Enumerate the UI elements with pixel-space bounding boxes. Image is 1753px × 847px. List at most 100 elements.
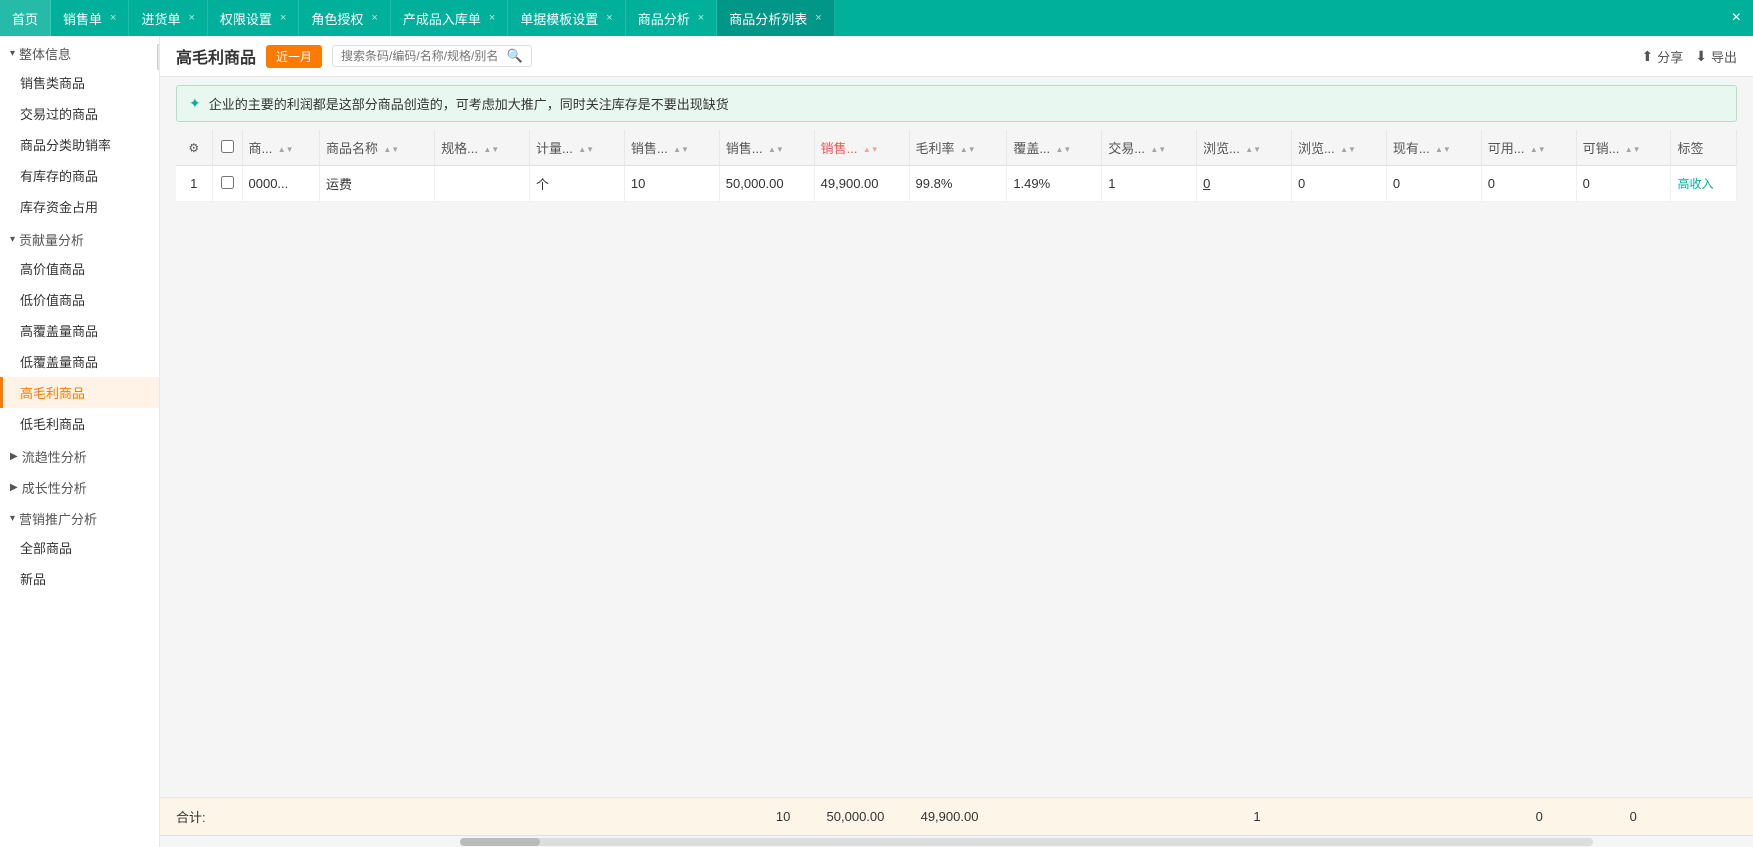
sidebar-item-traded-goods[interactable]: 交易过的商品: [0, 98, 159, 129]
col-transaction: 交易... ▲▼: [1102, 130, 1197, 166]
footer-transaction: 1: [1173, 809, 1267, 824]
close-permissions-tab[interactable]: ×: [280, 12, 286, 24]
sidebar-group-contribution[interactable]: ▾ 贡献量分析: [0, 222, 159, 253]
row-transaction: 1: [1102, 166, 1197, 202]
sidebar-item-sales-goods[interactable]: 销售类商品: [0, 67, 159, 98]
search-icon[interactable]: 🔍: [507, 48, 523, 64]
sort-spec[interactable]: ▲▼: [483, 145, 499, 154]
col-settings[interactable]: ⚙: [176, 130, 212, 166]
close-product-inbound-tab[interactable]: ×: [489, 12, 495, 24]
sort-code[interactable]: ▲▼: [278, 145, 294, 154]
sort-name[interactable]: ▲▼: [383, 145, 399, 154]
scrollbar-track: [460, 838, 1593, 846]
tab-product-analysis-list-label: 商品分析列表: [729, 9, 807, 28]
export-button[interactable]: ⬇ 导出: [1695, 47, 1737, 66]
row-index: 1: [176, 166, 212, 202]
tab-product-analysis[interactable]: 商品分析 ×: [626, 0, 717, 36]
tab-purchase[interactable]: 进货单 ×: [129, 0, 207, 36]
col-unit: 计量... ▲▼: [530, 130, 625, 166]
row-select-checkbox[interactable]: [221, 176, 234, 189]
tab-roles-label: 角色授权: [311, 9, 363, 28]
chevron-down-icon-3: ▾: [10, 513, 15, 524]
row-checkbox[interactable]: [212, 166, 242, 202]
top-nav-bar: 首页 销售单 × 进货单 × 权限设置 × 角色授权 × 产成品入库单 × 单据…: [0, 0, 1753, 36]
sidebar-item-new-goods[interactable]: 新品: [0, 563, 159, 594]
tab-sales[interactable]: 销售单 ×: [51, 0, 129, 36]
page-title: 高毛利商品: [176, 44, 256, 68]
sort-unit[interactable]: ▲▼: [578, 145, 594, 154]
tab-template[interactable]: 单据模板设置 ×: [508, 0, 625, 36]
tab-roles[interactable]: 角色授权 ×: [299, 0, 390, 36]
info-banner: ✦ 企业的主要的利润都是这部分商品创造的，可考虑加大推广，同时关注库存是不要出现…: [176, 85, 1737, 122]
row-browse2: 0: [1291, 166, 1386, 202]
sidebar-item-in-stock[interactable]: 有库存的商品: [0, 160, 159, 191]
sidebar-group-marketing[interactable]: ▾ 营销推广分析: [0, 501, 159, 532]
sort-transaction[interactable]: ▲▼: [1150, 145, 1166, 154]
table-wrapper: ⚙ 商... ▲▼ 商品名称 ▲▼ 规格... ▲▼: [160, 130, 1753, 797]
close-template-tab[interactable]: ×: [606, 12, 612, 24]
col-name: 商品名称 ▲▼: [320, 130, 435, 166]
sidebar-group-overall[interactable]: ▾ 整体信息: [0, 36, 159, 67]
row-gross-margin: 99.8%: [909, 166, 1007, 202]
col-browse1: 浏览... ▲▼: [1197, 130, 1292, 166]
close-product-analysis-tab[interactable]: ×: [698, 12, 704, 24]
row-unit: 个: [530, 166, 625, 202]
row-sales-qty: 10: [624, 166, 719, 202]
tab-product-analysis-list[interactable]: 商品分析列表 ×: [717, 0, 834, 36]
sidebar-item-category-assist[interactable]: 商品分类助销率: [0, 129, 159, 160]
tab-permissions[interactable]: 权限设置 ×: [208, 0, 299, 36]
row-sales-amount: 50,000.00: [719, 166, 814, 202]
info-banner-text: 企业的主要的利润都是这部分商品创造的，可考虑加大推广，同时关注库存是不要出现缺货: [209, 94, 729, 113]
close-sales-tab[interactable]: ×: [110, 12, 116, 24]
select-all-checkbox[interactable]: [221, 140, 234, 153]
sidebar-item-high-coverage[interactable]: 高覆盖量商品: [0, 315, 159, 346]
table-row: 1 0000... 运费 个 10 50,000.00 49,900.00 99…: [176, 166, 1737, 202]
sort-sales-profit[interactable]: ▲▼: [863, 145, 879, 154]
sidebar-group-growth-label: 成长性分析: [22, 478, 87, 497]
row-current-stock: 0: [1386, 166, 1481, 202]
col-checkbox[interactable]: [212, 130, 242, 166]
info-icon: ✦: [189, 95, 201, 112]
sort-coverage[interactable]: ▲▼: [1056, 145, 1072, 154]
tab-permissions-label: 权限设置: [220, 9, 272, 28]
close-all-tabs[interactable]: ×: [1720, 9, 1753, 27]
sidebar-item-stock-capital[interactable]: 库存资金占用: [0, 191, 159, 222]
sidebar-item-low-margin[interactable]: 低毛利商品: [0, 408, 159, 439]
scrollbar-thumb[interactable]: [460, 838, 540, 846]
tab-home[interactable]: 首页: [0, 0, 51, 36]
row-available-stock: 0: [1481, 166, 1576, 202]
sidebar-item-high-margin[interactable]: 高毛利商品: [0, 377, 159, 408]
time-filter-button[interactable]: 近一月: [266, 45, 322, 68]
col-available-stock: 可用... ▲▼: [1481, 130, 1576, 166]
close-roles-tab[interactable]: ×: [371, 12, 377, 24]
sort-sales-qty[interactable]: ▲▼: [673, 145, 689, 154]
export-icon: ⬇: [1695, 48, 1707, 65]
tab-home-label: 首页: [12, 9, 38, 28]
search-input[interactable]: [341, 49, 501, 63]
close-product-analysis-list-tab[interactable]: ×: [815, 12, 821, 24]
sidebar-item-all-goods[interactable]: 全部商品: [0, 532, 159, 563]
horizontal-scrollbar[interactable]: [160, 835, 1753, 847]
col-code: 商... ▲▼: [242, 130, 320, 166]
row-tag: 高收入: [1671, 166, 1737, 202]
tab-purchase-label: 进货单: [141, 9, 180, 28]
sort-current-stock[interactable]: ▲▼: [1435, 145, 1451, 154]
sidebar-item-low-coverage[interactable]: 低覆盖量商品: [0, 346, 159, 377]
sidebar-group-trend[interactable]: ▶ 流趋性分析: [0, 439, 159, 470]
content-area: 高毛利商品 近一月 🔍 ⬆ 分享 ⬇ 导出 ✦ 企业的主要的利润都是这部分商品创…: [160, 36, 1753, 847]
sort-gross-margin[interactable]: ▲▼: [960, 145, 976, 154]
tab-product-inbound[interactable]: 产成品入库单 ×: [391, 0, 508, 36]
sort-browse1[interactable]: ▲▼: [1245, 145, 1261, 154]
sort-sellable[interactable]: ▲▼: [1625, 145, 1641, 154]
close-purchase-tab[interactable]: ×: [188, 12, 194, 24]
sort-sales-amount[interactable]: ▲▼: [768, 145, 784, 154]
sidebar-item-low-value[interactable]: 低价值商品: [0, 284, 159, 315]
sidebar-collapse-button[interactable]: «: [157, 44, 160, 70]
sort-browse2[interactable]: ▲▼: [1340, 145, 1356, 154]
footer-sales-amount: 50,000.00: [796, 809, 890, 824]
share-button[interactable]: ⬆ 分享: [1642, 47, 1684, 66]
sidebar-group-growth[interactable]: ▶ 成长性分析: [0, 470, 159, 501]
row-browse1[interactable]: 0: [1197, 166, 1292, 202]
sidebar-item-high-value[interactable]: 高价值商品: [0, 253, 159, 284]
sort-available-stock[interactable]: ▲▼: [1530, 145, 1546, 154]
